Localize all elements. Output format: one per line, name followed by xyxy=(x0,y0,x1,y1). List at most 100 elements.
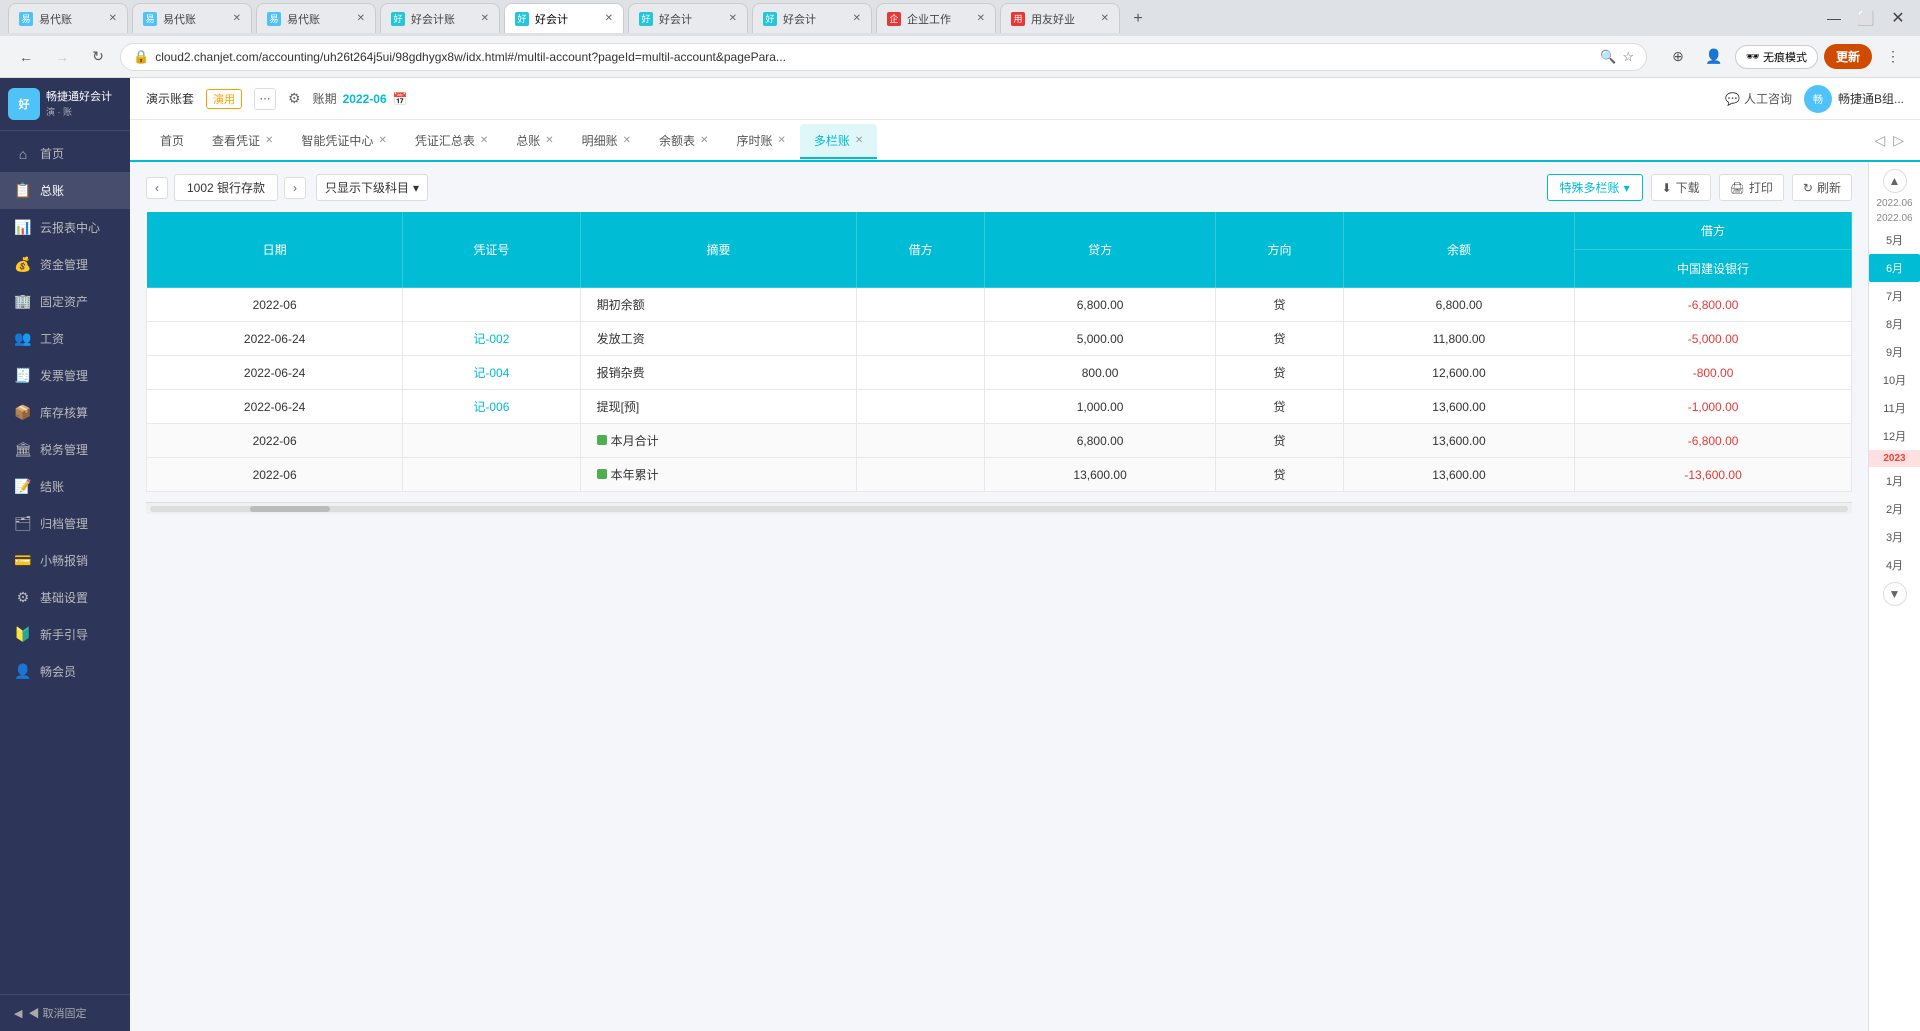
sidebar-item-guide[interactable]: 🔰 新手引导 xyxy=(0,616,130,653)
sidebar-item-salary[interactable]: 👥 工资 xyxy=(0,320,130,357)
sidebar-item-close[interactable]: 📝 结账 xyxy=(0,468,130,505)
tab-close-1[interactable]: ✕ xyxy=(109,13,117,24)
expand-account-button[interactable]: ⋯ xyxy=(254,88,276,110)
tab-voucher-summary[interactable]: 凭证汇总表 ✕ xyxy=(401,124,502,159)
month-item-2023-3[interactable]: 3月 xyxy=(1869,523,1920,551)
tab-close-9[interactable]: ✕ xyxy=(1101,13,1109,24)
month-scroll-down[interactable]: ▼ xyxy=(1883,582,1907,606)
address-bar[interactable]: 🔒 cloud2.chanjet.com/accounting/uh26t264… xyxy=(120,43,1647,71)
month-item-12[interactable]: 12月 xyxy=(1869,422,1920,450)
browser-tab-7[interactable]: 好 好会计 ✕ xyxy=(752,3,872,33)
collapse-tabs-icon[interactable]: ◁ xyxy=(1874,132,1885,149)
tab-close-general-ledger[interactable]: ✕ xyxy=(545,135,553,146)
next-account-button[interactable]: › xyxy=(284,177,306,199)
tab-general-ledger[interactable]: 总账 ✕ xyxy=(502,124,567,159)
expand-tabs-icon[interactable]: ▷ xyxy=(1893,132,1904,149)
menu-button[interactable]: ⋮ xyxy=(1878,42,1908,72)
sidebar-item-ledger[interactable]: 📋 总账 xyxy=(0,172,130,209)
sidebar-item-expense[interactable]: 💳 小畅报销 xyxy=(0,542,130,579)
tab-close-detail-ledger[interactable]: ✕ xyxy=(623,135,631,146)
sidebar-item-member[interactable]: 👤 畅会员 xyxy=(0,653,130,690)
sidebar-item-tax[interactable]: 🏛 税务管理 xyxy=(0,431,130,468)
browser-tab-1[interactable]: 易 易代账 ✕ xyxy=(8,3,128,33)
voucher-link[interactable]: 记-004 xyxy=(473,366,509,380)
month-item-6[interactable]: 6月 xyxy=(1869,254,1920,282)
search-address-icon[interactable]: 🔍 xyxy=(1600,49,1616,65)
tab-voucher-view[interactable]: 查看凭证 ✕ xyxy=(198,124,287,159)
minimize-button[interactable]: — xyxy=(1820,4,1848,32)
month-item-2023-4[interactable]: 4月 xyxy=(1869,551,1920,579)
tab-close-8[interactable]: ✕ xyxy=(977,13,985,24)
tab-close-7[interactable]: ✕ xyxy=(853,13,861,24)
download-button[interactable]: ⬇ 下载 xyxy=(1651,174,1711,201)
sidebar-item-report[interactable]: 📊 云报表中心 xyxy=(0,209,130,246)
month-item-9[interactable]: 9月 xyxy=(1869,338,1920,366)
collapse-sidebar-button[interactable]: ◀ ◀ 取消固定 xyxy=(14,1005,116,1021)
extensions-button[interactable]: ⊕ xyxy=(1663,42,1693,72)
forward-button[interactable]: → xyxy=(48,43,76,71)
month-item-10[interactable]: 10月 xyxy=(1869,366,1920,394)
sidebar-item-inventory[interactable]: 📦 库存核算 xyxy=(0,394,130,431)
period-calendar-icon[interactable]: 📅 xyxy=(393,92,408,106)
sidebar-item-fund[interactable]: 💰 资金管理 xyxy=(0,246,130,283)
browser-tab-2[interactable]: 易 易代账 ✕ xyxy=(132,3,252,33)
browser-tab-6[interactable]: 好 好会计 ✕ xyxy=(628,3,748,33)
prev-account-button[interactable]: ‹ xyxy=(146,177,168,199)
tab-home[interactable]: 首页 xyxy=(146,124,198,159)
print-button[interactable]: 🖨 打印 xyxy=(1719,174,1784,201)
browser-tab-3[interactable]: 易 易代账 ✕ xyxy=(256,3,376,33)
tab-detail-ledger[interactable]: 明细账 ✕ xyxy=(568,124,645,159)
sidebar-item-assets[interactable]: 🏢 固定资产 xyxy=(0,283,130,320)
sidebar-item-settings[interactable]: ⚙ 基础设置 xyxy=(0,579,130,616)
maximize-button[interactable]: ⬜ xyxy=(1852,4,1880,32)
new-tab-button[interactable]: + xyxy=(1124,5,1152,33)
user-avatar: 畅 xyxy=(1804,85,1832,113)
consult-button[interactable]: 💬 人工咨询 xyxy=(1725,90,1792,107)
filter-dropdown[interactable]: 只显示下级科目 ▾ xyxy=(316,174,428,201)
browser-tab-9[interactable]: 用 用友好业 ✕ xyxy=(1000,3,1120,33)
month-item-2023-1[interactable]: 1月 xyxy=(1869,467,1920,495)
tab-close-smart-voucher[interactable]: ✕ xyxy=(378,135,386,146)
sidebar-item-archive[interactable]: 🗂 归档管理 xyxy=(0,505,130,542)
month-item-2023-2[interactable]: 2月 xyxy=(1869,495,1920,523)
browser-tab-5[interactable]: 好 好会计 ✕ xyxy=(504,3,624,33)
month-item-7[interactable]: 7月 xyxy=(1869,282,1920,310)
tab-close-2[interactable]: ✕ xyxy=(233,13,241,24)
refresh-button[interactable]: ↻ 刷新 xyxy=(1792,174,1852,201)
tab-close-voucher-view[interactable]: ✕ xyxy=(265,135,273,146)
tab-close-3[interactable]: ✕ xyxy=(357,13,365,24)
cell-balance: 6,800.00 xyxy=(1343,288,1574,322)
back-button[interactable]: ← xyxy=(12,43,40,71)
settings-gear-button[interactable]: ⚙ xyxy=(288,90,301,107)
reload-button[interactable]: ↻ xyxy=(84,43,112,71)
sidebar-item-home[interactable]: ⌂ 首页 xyxy=(0,135,130,172)
month-item-5[interactable]: 5月 xyxy=(1869,226,1920,254)
scrollbar-thumb xyxy=(250,506,330,512)
tab-close-voucher-summary[interactable]: ✕ xyxy=(480,135,488,146)
tab-close-time-ledger[interactable]: ✕ xyxy=(777,135,785,146)
month-scroll-up[interactable]: ▲ xyxy=(1883,169,1907,193)
tab-close-4[interactable]: ✕ xyxy=(481,13,489,24)
voucher-link[interactable]: 记-002 xyxy=(473,332,509,346)
tab-balance-table[interactable]: 余额表 ✕ xyxy=(645,124,722,159)
month-item-8[interactable]: 8月 xyxy=(1869,310,1920,338)
tab-close-balance-table[interactable]: ✕ xyxy=(700,135,708,146)
tab-close-multi-col[interactable]: ✕ xyxy=(855,135,863,146)
browser-tab-4[interactable]: 好 好会计账 ✕ xyxy=(380,3,500,33)
tab-multi-col[interactable]: 多栏账 ✕ xyxy=(800,124,877,159)
tab-time-ledger[interactable]: 序时账 ✕ xyxy=(722,124,799,159)
sidebar-item-invoice[interactable]: 🧾 发票管理 xyxy=(0,357,130,394)
update-button[interactable]: 更新 xyxy=(1824,44,1872,69)
browser-tab-8[interactable]: 企 企业工作 ✕ xyxy=(876,3,996,33)
multi-col-button[interactable]: 特殊多栏账 ▾ xyxy=(1547,174,1643,201)
no-trace-button[interactable]: 🕶 无痕模式 xyxy=(1735,45,1818,69)
horizontal-scrollbar[interactable] xyxy=(146,502,1852,514)
close-button[interactable]: ✕ xyxy=(1884,4,1912,32)
voucher-link[interactable]: 记-006 xyxy=(473,400,509,414)
month-item-11[interactable]: 11月 xyxy=(1869,394,1920,422)
tab-smart-voucher[interactable]: 智能凭证中心 ✕ xyxy=(287,124,400,159)
tab-close-6[interactable]: ✕ xyxy=(729,13,737,24)
user-profile-button[interactable]: 👤 xyxy=(1699,42,1729,72)
tab-close-5[interactable]: ✕ xyxy=(605,13,613,24)
bookmark-icon[interactable]: ☆ xyxy=(1622,49,1634,65)
